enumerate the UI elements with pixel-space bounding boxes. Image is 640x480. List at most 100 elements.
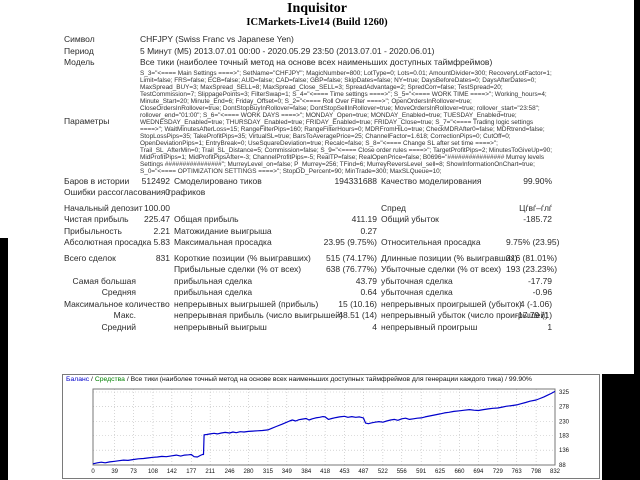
stat-label	[62, 264, 138, 276]
stat-value: 99.90%	[523, 175, 553, 186]
stat-label: Общий убыток	[381, 214, 439, 224]
table-row: Ошибки рассогласования графиков 0	[62, 187, 554, 199]
stat-label: непрерывный выигрыш	[174, 321, 267, 332]
y-axis-tick-label: 325	[559, 390, 570, 396]
x-axis-tick-label: 556	[397, 469, 408, 475]
stat-value: 4	[372, 321, 377, 332]
table-row: Абсолютная просадка 5.83 Максимальная прос…	[62, 237, 560, 249]
stat-label: Матожидание выигрыша	[174, 225, 272, 236]
stat-value	[504, 226, 554, 238]
x-axis-tick-label: 729	[493, 469, 504, 475]
table-row: Баров в истории 512492 Смоделировано тиков…	[62, 176, 554, 188]
x-axis-tick-label: 73	[130, 469, 137, 475]
stat-label: непрерывных проигрышей (убыток)	[381, 298, 522, 309]
table-row: Средняя прибыльная сделка 0.64 убыточная сд…	[62, 287, 554, 299]
stat-label: Общая прибыль	[174, 214, 239, 224]
stat-value: 0.27	[360, 225, 377, 236]
stat-value: -17.79	[527, 275, 553, 286]
table-row: Прибыльные сделки (% от всех) 638 (76.77%…	[62, 264, 557, 276]
stat-value: 316 (81.01%)	[506, 252, 558, 263]
stat-label: непрерывный убыток (число проигрышей)	[381, 310, 548, 320]
stat-value	[138, 264, 172, 276]
stat-value: 512492	[141, 175, 170, 186]
stat-value: 5 Минут (M5) 2013.07.01 00:00 - 2020.05.…	[140, 45, 435, 56]
stat-label: Символ	[64, 34, 95, 44]
y-axis-tick-label: 136	[559, 448, 570, 454]
background-left-strip	[0, 238, 8, 480]
stat-label: Средняя	[101, 287, 136, 297]
stat-label: Относительная просадка	[381, 237, 481, 247]
x-axis-tick-label: 453	[340, 469, 351, 475]
legend-equity-label: Средства	[94, 376, 125, 383]
stat-value	[504, 187, 554, 199]
stat-value: Все тики (наиболее точный метод на основ…	[140, 57, 493, 67]
chart-legend: Баланс / Средства / Все тики (наиболее т…	[63, 375, 599, 386]
x-axis-tick-label: 660	[454, 469, 465, 475]
stat-value: 638 (76.77%)	[325, 264, 377, 274]
x-axis-tick-label: 625	[435, 469, 446, 475]
stat-label: Убыточные сделки (% от всех)	[381, 264, 502, 274]
y-axis-tick-label: 278	[559, 404, 570, 410]
legend-balance-label: Баланс	[66, 376, 90, 383]
stat-label: Всего сделок	[64, 252, 116, 263]
stat-label: Начальный депозит	[64, 202, 143, 213]
stat-label: убыточная сделка	[381, 275, 453, 286]
stat-label: Чистая прибыль	[64, 214, 129, 224]
stat-value: -185.72	[523, 214, 553, 224]
stat-label: Спред	[381, 202, 406, 213]
stat-value: 515 (74.17%)	[325, 252, 377, 263]
x-axis-tick-label: 487	[358, 469, 369, 475]
stat-value: 194331688	[334, 175, 377, 186]
stat-value	[317, 203, 379, 215]
report-table: Символ CHFJPY (Swiss Franc vs Japanese Ye…	[62, 34, 560, 334]
stat-label: Параметры	[64, 116, 110, 127]
x-axis-tick-label: 798	[531, 469, 542, 475]
stat-label: убыточная сделка	[381, 287, 453, 297]
stat-label: Длинные позиции (% выигравших)	[381, 252, 518, 263]
stat-value: 1	[547, 321, 553, 332]
table-row: Модель Все тики (наиболее точный метод на…	[62, 57, 554, 69]
x-axis-tick-label: 832	[550, 469, 561, 475]
stat-value: 0.64	[360, 287, 377, 297]
stat-label: Ошибки рассогласования графиков	[64, 187, 206, 197]
stat-value	[138, 322, 172, 334]
parameters-text: S_3="<==== Main Settings ====>"; SetName…	[140, 69, 552, 175]
stat-value	[138, 287, 172, 299]
stat-label: Самая большая	[72, 275, 136, 286]
stat-value: 9.75% (23.95)	[506, 237, 560, 247]
x-axis-tick-label: 142	[167, 469, 178, 475]
stat-value: 15 (10.16)	[338, 298, 377, 309]
table-row: Период 5 Минут (M5) 2013.07.01 00:00 - 20…	[62, 46, 554, 58]
table-row: Всего сделок 831 Короткие позиции (% выигр…	[62, 252, 558, 265]
stat-value: 831	[155, 252, 170, 263]
stat-label: Модель	[64, 57, 95, 67]
x-axis-tick-label: 0	[91, 469, 95, 475]
stat-value: 43.79	[355, 275, 377, 286]
stat-value	[138, 310, 172, 322]
stat-value	[317, 187, 379, 199]
stat-label: Максимальное количество	[64, 298, 170, 309]
balance-curve-plot: 88 136 183 230 278 325 0 39 73 108 142 177 211 246 280…	[91, 388, 570, 475]
table-row: Макс. непрерывная прибыль (число выигрыше…	[62, 310, 554, 322]
stat-label: Прибыльные сделки (% от всех)	[174, 264, 302, 274]
stat-label: Прибыльность	[64, 225, 122, 236]
x-axis-tick-label: 418	[320, 469, 331, 475]
x-axis-tick-label: 522	[378, 469, 389, 475]
x-axis-tick-label: 315	[263, 469, 274, 475]
table-row: Прибыльность 2.21 Матожидание выигрыша 0.27	[62, 226, 554, 238]
stat-label: Макс.	[113, 310, 136, 320]
stat-label: Средний	[101, 321, 136, 332]
table-row: Самая большая прибыльная сделка 43.79 убыто…	[62, 276, 554, 288]
stat-label: непрерывный проигрыш	[381, 321, 478, 332]
stat-value: 411.19	[351, 214, 377, 224]
table-row: Начальный депозит 100.00 Спред Цѓвѓ–ѓлѓ	[62, 203, 554, 215]
stat-value	[138, 276, 172, 288]
stat-value: CHFJPY (Swiss Franc vs Japanese Yen)	[140, 34, 294, 44]
x-axis-tick-label: 177	[186, 469, 197, 475]
stat-label	[379, 187, 504, 199]
x-axis-tick-label: 280	[243, 469, 254, 475]
table-row: Чистая прибыль 225.47 Общая прибыль 411.19 О…	[62, 214, 554, 226]
stat-label: Качество моделирования	[381, 175, 482, 186]
x-axis-tick-label: 108	[148, 469, 159, 475]
y-axis-tick-label: 88	[559, 463, 566, 469]
